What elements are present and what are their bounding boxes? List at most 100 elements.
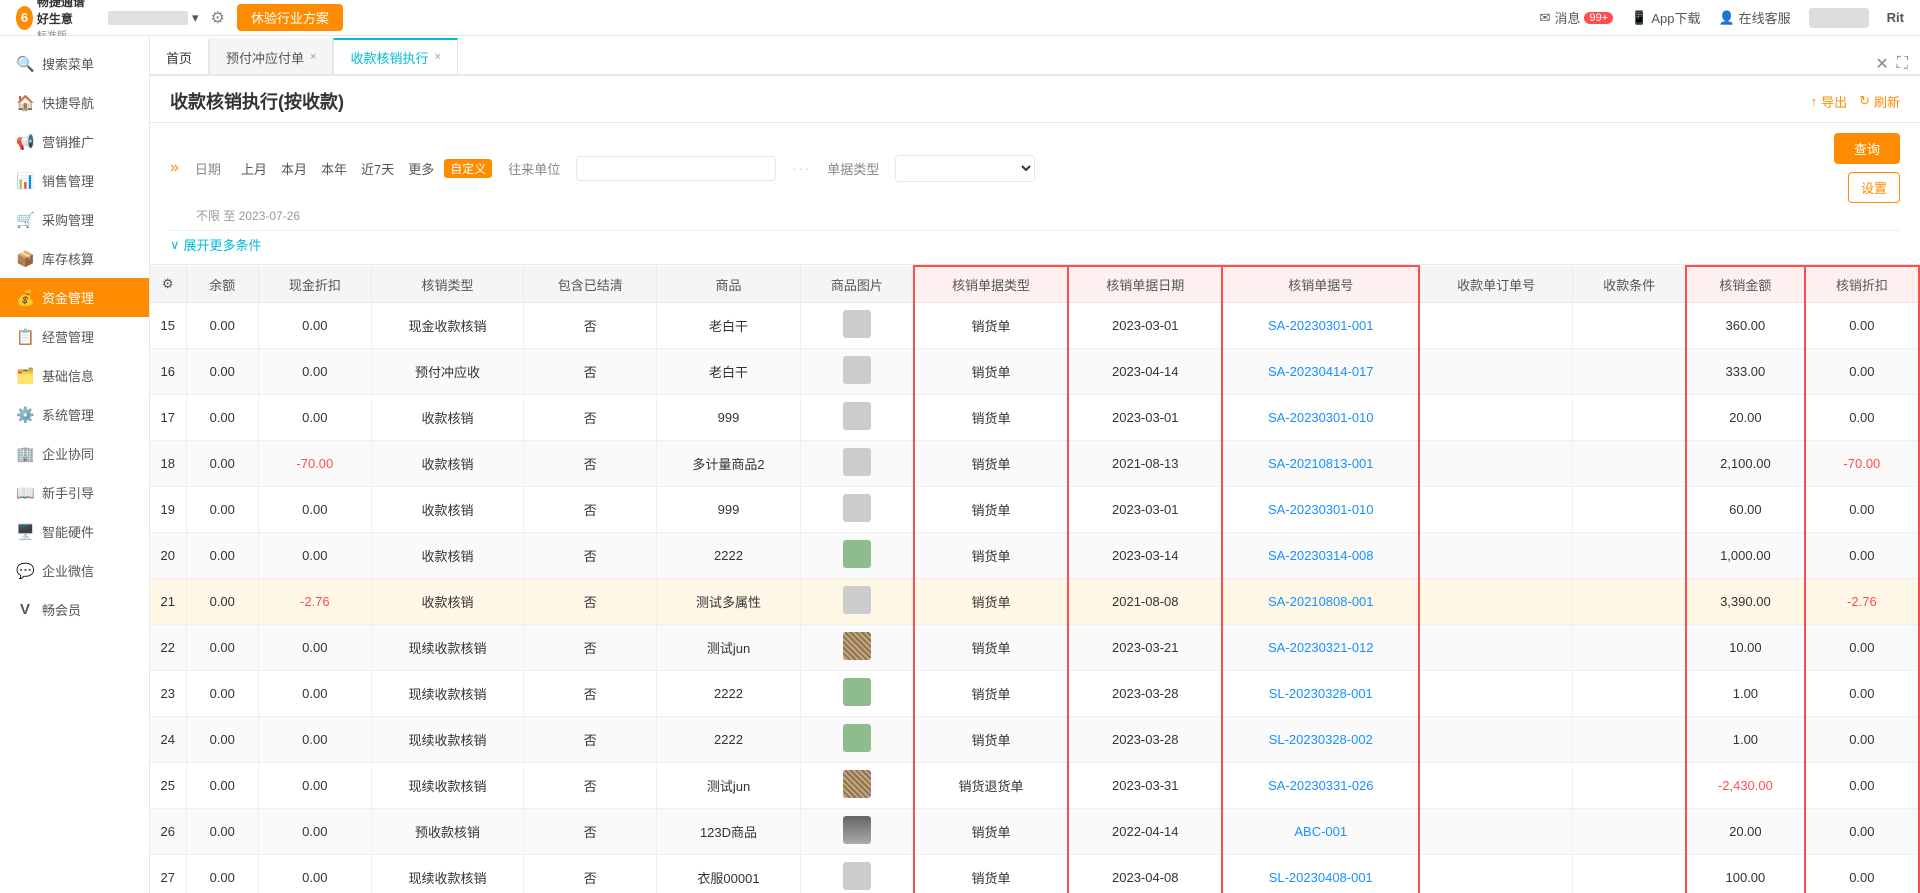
page-title: 收款核销执行(按收款) bbox=[170, 88, 344, 114]
invoice-no-link[interactable]: SL-20230408-001 bbox=[1269, 870, 1373, 885]
td-goods: 999 bbox=[657, 395, 801, 441]
table-header-row: ⚙ 余额 现金折扣 核销类型 包含已结清 商品 商品图片 核销单据类型 核销单据… bbox=[150, 266, 1919, 303]
app-download-button[interactable]: 📱 App下载 bbox=[1631, 8, 1700, 27]
date-option-more[interactable]: 更多 bbox=[404, 157, 438, 180]
td-row-num: 17 bbox=[150, 395, 186, 441]
page-header: 收款核销执行(按收款) ↑ 导出 ↻ 刷新 bbox=[150, 76, 1920, 123]
sidebar-item-guide[interactable]: 📖 新手引导 bbox=[0, 473, 149, 512]
close-window-icon[interactable]: ✕ bbox=[1875, 54, 1888, 74]
td-writeoff-type: 收款核销 bbox=[371, 533, 524, 579]
td-writeoff-amount: 1.00 bbox=[1686, 717, 1805, 763]
invoice-no-link[interactable]: SL-20230328-002 bbox=[1269, 732, 1373, 747]
member-icon: V bbox=[16, 601, 34, 618]
query-button[interactable]: 查询 bbox=[1834, 133, 1900, 164]
td-payment-condition bbox=[1573, 441, 1686, 487]
filter-date-sub: 不限 至 2023-07-26 bbox=[196, 207, 1900, 224]
sidebar-item-enterprise[interactable]: 🏢 企业协同 bbox=[0, 434, 149, 473]
sidebar-item-purchase[interactable]: 🛒 采购管理 bbox=[0, 200, 149, 239]
sidebar-item-search[interactable]: 🔍 搜索菜单 bbox=[0, 44, 149, 83]
td-writeoff-type: 预付冲应收 bbox=[371, 349, 524, 395]
td-writeoff-discount: 0.00 bbox=[1805, 717, 1919, 763]
td-goods: 测试jun bbox=[657, 625, 801, 671]
search-icon: 🔍 bbox=[16, 55, 34, 73]
table-row: 23 0.00 0.00 现续收款核销 否 2222 销货单 2023-03-2… bbox=[150, 671, 1919, 717]
invoice-no-link[interactable]: ABC-001 bbox=[1294, 824, 1347, 839]
date-option-this-month[interactable]: 本月 bbox=[277, 157, 311, 180]
td-row-num: 25 bbox=[150, 763, 186, 809]
td-row-num: 19 bbox=[150, 487, 186, 533]
partner-input[interactable] bbox=[576, 156, 776, 181]
sidebar-item-hardware[interactable]: 🖥️ 智能硬件 bbox=[0, 512, 149, 551]
sidebar-item-basicinfo[interactable]: 🗂️ 基础信息 bbox=[0, 356, 149, 395]
sidebar-item-sales[interactable]: 📊 销售管理 bbox=[0, 161, 149, 200]
tab-collection[interactable]: 收款核销执行 × bbox=[333, 38, 457, 74]
td-goods: 衣服00001 bbox=[657, 855, 801, 893]
sidebar-item-finance[interactable]: 💰 资金管理 bbox=[0, 278, 149, 317]
app-dropdown[interactable]: ▾ bbox=[108, 10, 199, 26]
expand-more-button[interactable]: ∨ 展开更多条件 bbox=[170, 235, 262, 254]
filter-setting-button[interactable]: 设置 bbox=[1848, 172, 1900, 203]
table-row: 21 0.00 -2.76 收款核销 否 测试多属性 销货单 2021-08-0… bbox=[150, 579, 1919, 625]
settings-gear-icon[interactable]: ⚙ bbox=[211, 8, 225, 28]
table-container: ⚙ 余额 现金折扣 核销类型 包含已结清 商品 商品图片 核销单据类型 核销单据… bbox=[150, 265, 1920, 893]
date-custom-button[interactable]: 自定义 bbox=[444, 159, 492, 178]
th-balance: 余额 bbox=[186, 266, 259, 303]
tab-prepay[interactable]: 预付冲应付单 × bbox=[209, 38, 333, 74]
td-row-num: 26 bbox=[150, 809, 186, 855]
tab-prepay-close[interactable]: × bbox=[310, 51, 316, 63]
sidebar-item-inventory[interactable]: 📦 库存核算 bbox=[0, 239, 149, 278]
sidebar-item-quicknav[interactable]: 🏠 快捷导航 bbox=[0, 83, 149, 122]
sidebar-item-marketing[interactable]: 📢 营销推广 bbox=[0, 122, 149, 161]
refresh-button[interactable]: ↻ 刷新 bbox=[1859, 92, 1900, 111]
sidebar-item-wechat[interactable]: 💬 企业微信 bbox=[0, 551, 149, 590]
td-writeoff-discount: 0.00 bbox=[1805, 395, 1919, 441]
sidebar-item-member[interactable]: V 畅会员 bbox=[0, 590, 149, 629]
td-row-num: 24 bbox=[150, 717, 186, 763]
invoice-no-link[interactable]: SA-20210813-001 bbox=[1268, 456, 1374, 471]
th-writeoff-discount: 核销折扣 bbox=[1805, 266, 1919, 303]
table-row: 15 0.00 0.00 现金收款核销 否 老白干 销货单 2023-03-01… bbox=[150, 303, 1919, 349]
order-type-select[interactable] bbox=[895, 155, 1035, 182]
invoice-no-link[interactable]: SA-20210808-001 bbox=[1268, 594, 1374, 609]
service-icon: 👤 bbox=[1718, 10, 1734, 26]
date-option-7days[interactable]: 近7天 bbox=[357, 157, 398, 180]
tab-collection-close[interactable]: × bbox=[434, 51, 440, 63]
invoice-no-link[interactable]: SA-20230331-026 bbox=[1268, 778, 1374, 793]
sidebar-item-system[interactable]: ⚙️ 系统管理 bbox=[0, 395, 149, 434]
table-row: 17 0.00 0.00 收款核销 否 999 销货单 2023-03-01 S… bbox=[150, 395, 1919, 441]
message-button[interactable]: ✉ 消息 99+ bbox=[1540, 8, 1614, 27]
filter-partner-section: 往来单位 bbox=[508, 159, 560, 178]
table-row: 20 0.00 0.00 收款核销 否 2222 销货单 2023-03-14 … bbox=[150, 533, 1919, 579]
invoice-no-link[interactable]: SA-20230321-012 bbox=[1268, 640, 1374, 655]
td-goods-image bbox=[800, 763, 913, 809]
tab-home[interactable]: 首页 bbox=[150, 38, 209, 74]
td-included-settled: 否 bbox=[524, 855, 657, 893]
td-balance: 0.00 bbox=[186, 625, 259, 671]
filter-expand-arrow[interactable]: » bbox=[170, 159, 179, 177]
tab-bar-actions: ✕ ⛶ bbox=[1875, 54, 1920, 74]
maximize-icon[interactable]: ⛶ bbox=[1897, 55, 1908, 73]
invoice-no-link[interactable]: SA-20230301-010 bbox=[1268, 502, 1374, 517]
td-invoice-date: 2021-08-13 bbox=[1068, 441, 1222, 487]
filter-order-type-label: 单据类型 bbox=[827, 159, 879, 178]
invoice-no-link[interactable]: SA-20230414-017 bbox=[1268, 364, 1374, 379]
td-invoice-date: 2023-03-21 bbox=[1068, 625, 1222, 671]
column-settings-icon[interactable]: ⚙ bbox=[162, 276, 174, 291]
user-avatar[interactable] bbox=[1809, 8, 1869, 28]
sidebar-item-operations[interactable]: 📋 经营管理 bbox=[0, 317, 149, 356]
invoice-no-link[interactable]: SA-20230314-008 bbox=[1268, 548, 1374, 563]
invoice-no-link[interactable]: SL-20230328-001 bbox=[1269, 686, 1373, 701]
folder-icon: 🗂️ bbox=[16, 367, 34, 385]
td-cash-discount: 0.00 bbox=[259, 303, 372, 349]
solution-button[interactable]: 休验行业方案 bbox=[237, 4, 343, 31]
th-invoice-date: 核销单据日期 bbox=[1068, 266, 1222, 303]
invoice-no-link[interactable]: SA-20230301-001 bbox=[1268, 318, 1374, 333]
invoice-no-link[interactable]: SA-20230301-010 bbox=[1268, 410, 1374, 425]
date-option-last-month[interactable]: 上月 bbox=[237, 157, 271, 180]
td-cash-discount: 0.00 bbox=[259, 855, 372, 893]
td-invoice-type: 销货单 bbox=[914, 441, 1068, 487]
online-service-button[interactable]: 👤 在线客服 bbox=[1718, 8, 1790, 27]
export-button[interactable]: ↑ 导出 bbox=[1811, 92, 1848, 111]
th-settings[interactable]: ⚙ bbox=[150, 266, 186, 303]
date-option-this-year[interactable]: 本年 bbox=[317, 157, 351, 180]
